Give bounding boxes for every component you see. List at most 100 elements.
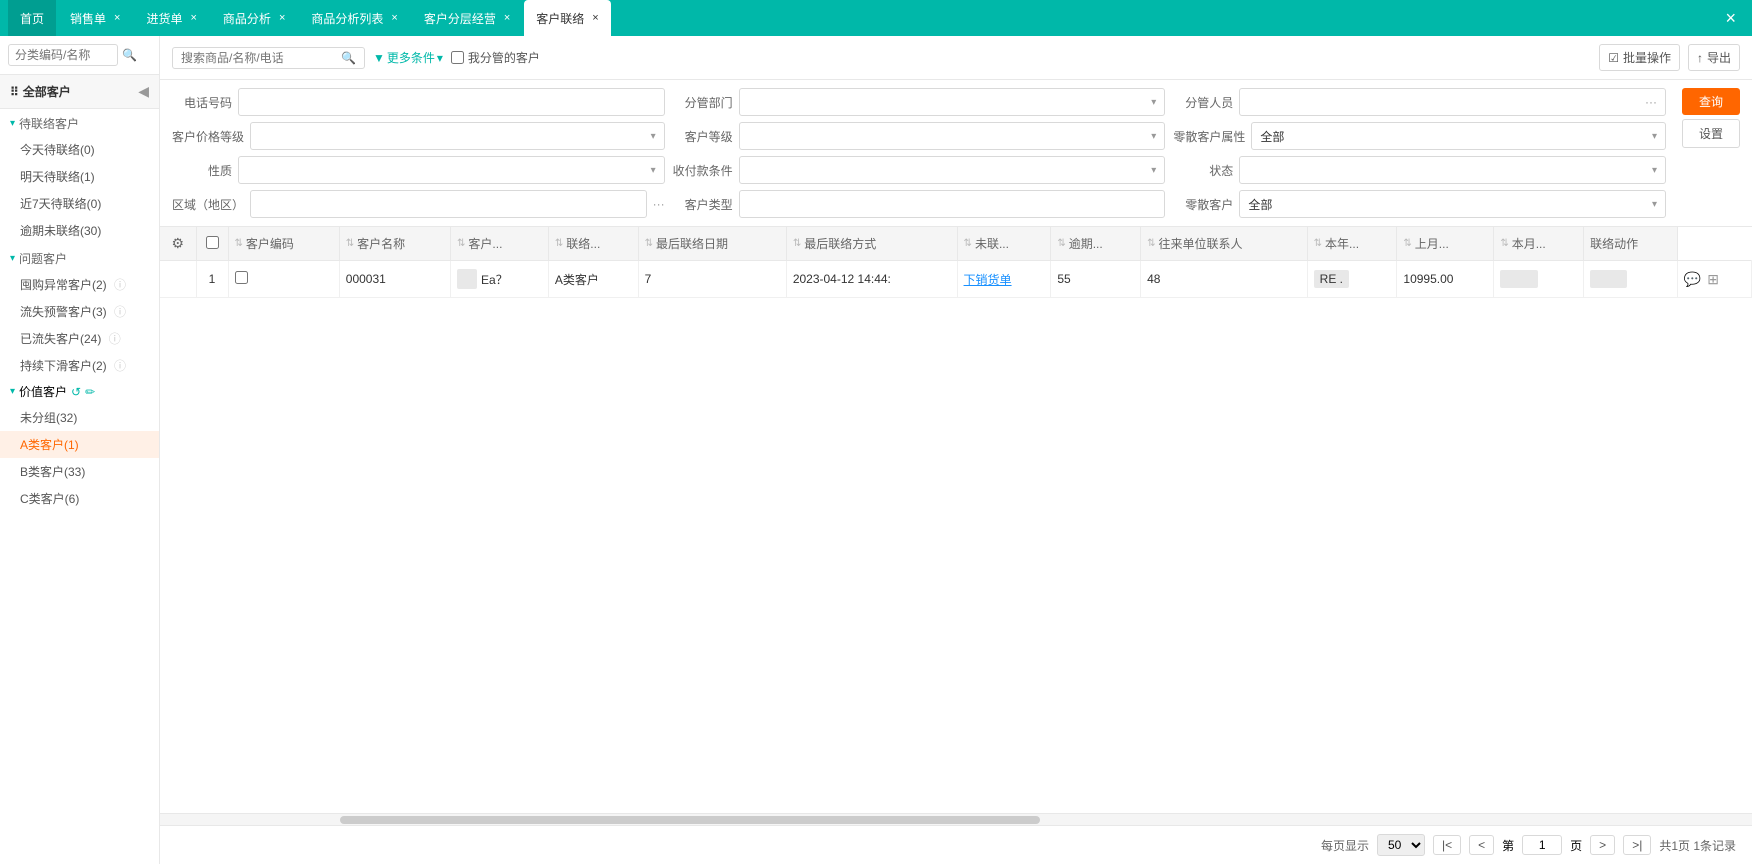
scrollbar-thumb[interactable] xyxy=(340,816,1040,824)
page-size-select[interactable]: 50 xyxy=(1377,834,1425,856)
filter-customer-level: 客户等级 ▾ xyxy=(673,122,1166,150)
filter-retail-attr-select[interactable]: 全部 ▾ xyxy=(1251,122,1666,150)
col-header-last-month: ⇅ 上月... xyxy=(1397,227,1494,261)
filter-status-select[interactable]: ▾ xyxy=(1239,156,1666,184)
filter-region-dots[interactable]: ··· xyxy=(653,197,665,211)
window-close-btn[interactable]: × xyxy=(1717,8,1744,29)
filter-retail-customer-select[interactable]: 全部 ▾ xyxy=(1239,190,1666,218)
prev-page-btn[interactable]: < xyxy=(1469,835,1494,855)
filter-phone-input[interactable] xyxy=(238,88,665,116)
nav-tab-product-analysis[interactable]: 商品分析 × xyxy=(211,0,297,36)
nav-tab-customer-segment[interactable]: 客户分层经营 × xyxy=(412,0,522,36)
settings-btn[interactable]: 设置 xyxy=(1682,119,1740,148)
nav-tab-product-list[interactable]: 商品分析列表 × xyxy=(299,0,409,36)
next-page-btn[interactable]: > xyxy=(1590,835,1615,855)
row-this-year-cell: 10995.00 xyxy=(1397,261,1494,298)
sidebar-item-churn-warning[interactable]: 流失预警客户(3) ⓘ xyxy=(0,298,159,325)
filter-retail-attr-label: 零散客户属性 xyxy=(1173,128,1245,145)
col-header-no-contact: ⇅ 未联... xyxy=(957,227,1051,261)
sidebar-item-tomorrow-pending[interactable]: 明天待联络(1) xyxy=(0,163,159,190)
last-month-value xyxy=(1500,270,1537,288)
last-method-link[interactable]: 下销货单 xyxy=(964,273,1012,287)
sidebar-item-class-b[interactable]: B类客户(33) xyxy=(0,458,159,485)
filter-manager-select[interactable]: ··· xyxy=(1239,88,1666,116)
qr-icon[interactable]: ⊞ xyxy=(1707,271,1719,288)
sidebar-collapse-btn[interactable]: ◀ xyxy=(138,83,149,100)
value-group-arrow: ▾ xyxy=(10,386,15,397)
filter-nature-label: 性质 xyxy=(172,162,232,179)
row-actions-area: 💬 ⊞ xyxy=(1684,271,1745,288)
toolbar-search-input[interactable] xyxy=(181,51,341,65)
value-group-refresh-icon[interactable]: ↺ xyxy=(71,385,81,399)
nav-tab-customer-contact[interactable]: 客户联络 × xyxy=(524,0,610,36)
filter-nature-select[interactable]: ▾ xyxy=(238,156,665,184)
sidebar-item-overdue-pending[interactable]: 逾期未联络(30) xyxy=(0,217,159,244)
filter-retail-attr: 零散客户属性 全部 ▾ xyxy=(1173,122,1666,150)
filter-retail-customer: 零散客户 全部 ▾ xyxy=(1173,190,1666,218)
horizontal-scrollbar[interactable] xyxy=(160,813,1752,825)
row-name-cell: Ea？ xyxy=(451,261,549,298)
filter-region-input[interactable] xyxy=(250,190,647,218)
nav-tab-sales[interactable]: 销售单 × xyxy=(58,0,132,36)
col-last-method-sort: ⇅ xyxy=(793,238,801,249)
col-header-contact-count: ⇅ 联络... xyxy=(548,227,638,261)
filter-status: 状态 ▾ xyxy=(1173,156,1666,184)
nav-tab-purchase[interactable]: 进货单 × xyxy=(134,0,208,36)
product-list-tab-close[interactable]: × xyxy=(391,12,397,24)
filter-payment: 收付款条件 ▾ xyxy=(673,156,1166,184)
sidebar-item-hoarding-abnormal[interactable]: 囤购异常客户(2) ⓘ xyxy=(0,271,159,298)
last-page-btn[interactable]: >| xyxy=(1623,835,1651,855)
batch-op-btn[interactable]: ☑ 批量操作 xyxy=(1599,44,1680,71)
export-icon: ↑ xyxy=(1697,51,1703,65)
purchase-tab-close[interactable]: × xyxy=(190,12,196,24)
my-customer-checkbox-area[interactable]: 我分管的客户 xyxy=(451,49,540,66)
row-code-cell: 000031 xyxy=(339,261,450,298)
sidebar-item-declining[interactable]: 持续下滑客户(2) ⓘ xyxy=(0,352,159,379)
filter-customer-level-select[interactable]: ▾ xyxy=(739,122,1166,150)
filter-price-level-select[interactable]: ▾ xyxy=(250,122,665,150)
customer-contact-tab-close[interactable]: × xyxy=(592,12,598,24)
export-btn[interactable]: ↑ 导出 xyxy=(1688,44,1740,71)
row-action-cell: 💬 ⊞ xyxy=(1677,261,1751,298)
customer-segment-tab-close[interactable]: × xyxy=(504,12,510,24)
info-icon-3: ⓘ xyxy=(109,332,121,346)
first-page-btn[interactable]: |< xyxy=(1433,835,1461,855)
value-group-edit-icon[interactable]: ✏ xyxy=(85,385,95,399)
current-page-input[interactable] xyxy=(1522,835,1562,855)
select-all-checkbox[interactable] xyxy=(206,236,219,249)
filter-icon: ▼ xyxy=(373,51,385,65)
col-this-month-sort: ⇅ xyxy=(1500,238,1508,249)
sidebar-item-today-pending[interactable]: 今天待联络(0) xyxy=(0,136,159,163)
more-filter-btn[interactable]: ▼ 更多条件 ▾ xyxy=(373,49,443,66)
sidebar-item-churned[interactable]: 已流失客户(24) ⓘ xyxy=(0,325,159,352)
filter-row-1: 电话号码 分管部门 ▾ 分管人员 xyxy=(172,88,1666,116)
sidebar-search-input[interactable] xyxy=(8,44,118,66)
filter-customer-type-select[interactable] xyxy=(739,190,1166,218)
more-filter-arrow: ▾ xyxy=(437,51,443,65)
product-list-tab-label: 商品分析列表 xyxy=(311,10,383,27)
sidebar-item-class-c[interactable]: C类客户(6) xyxy=(0,485,159,512)
sidebar-item-ungrouped[interactable]: 未分组(32) xyxy=(0,404,159,431)
row-check-cell: 1 xyxy=(196,261,228,298)
sidebar-item-class-a[interactable]: A类客户(1) xyxy=(0,431,159,458)
filter-payment-select[interactable]: ▾ xyxy=(739,156,1166,184)
sales-tab-close[interactable]: × xyxy=(114,12,120,24)
this-month-value xyxy=(1590,270,1627,288)
pagination: 每页显示 50 |< < 第 页 > >| 共1页 1条记录 xyxy=(160,825,1752,864)
query-btn[interactable]: 查询 xyxy=(1682,88,1740,115)
row-contact-count-cell: 7 xyxy=(638,261,786,298)
row-checkbox-0[interactable] xyxy=(235,271,248,284)
sidebar-item-7days-pending[interactable]: 近7天待联络(0) xyxy=(0,190,159,217)
filter-dept-select[interactable]: ▾ xyxy=(739,88,1166,116)
product-analysis-tab-close[interactable]: × xyxy=(279,12,285,24)
nav-tab-home[interactable]: 首页 xyxy=(8,0,56,36)
table-settings-icon[interactable]: ⚙ xyxy=(171,235,184,251)
filter-manager-dots[interactable]: ··· xyxy=(1645,95,1657,109)
sidebar-all-customers-title[interactable]: ⠿ 全部客户 xyxy=(10,83,71,100)
my-customer-checkbox[interactable] xyxy=(451,51,464,64)
customer-table: ⚙ ⇅ 客户编码 ⇅ xyxy=(160,227,1752,298)
toolbar-search-icon[interactable]: 🔍 xyxy=(341,51,356,65)
info-icon-2: ⓘ xyxy=(114,305,126,319)
sidebar-search-icon[interactable]: 🔍 xyxy=(122,48,137,62)
chat-icon[interactable]: 💬 xyxy=(1684,271,1701,288)
